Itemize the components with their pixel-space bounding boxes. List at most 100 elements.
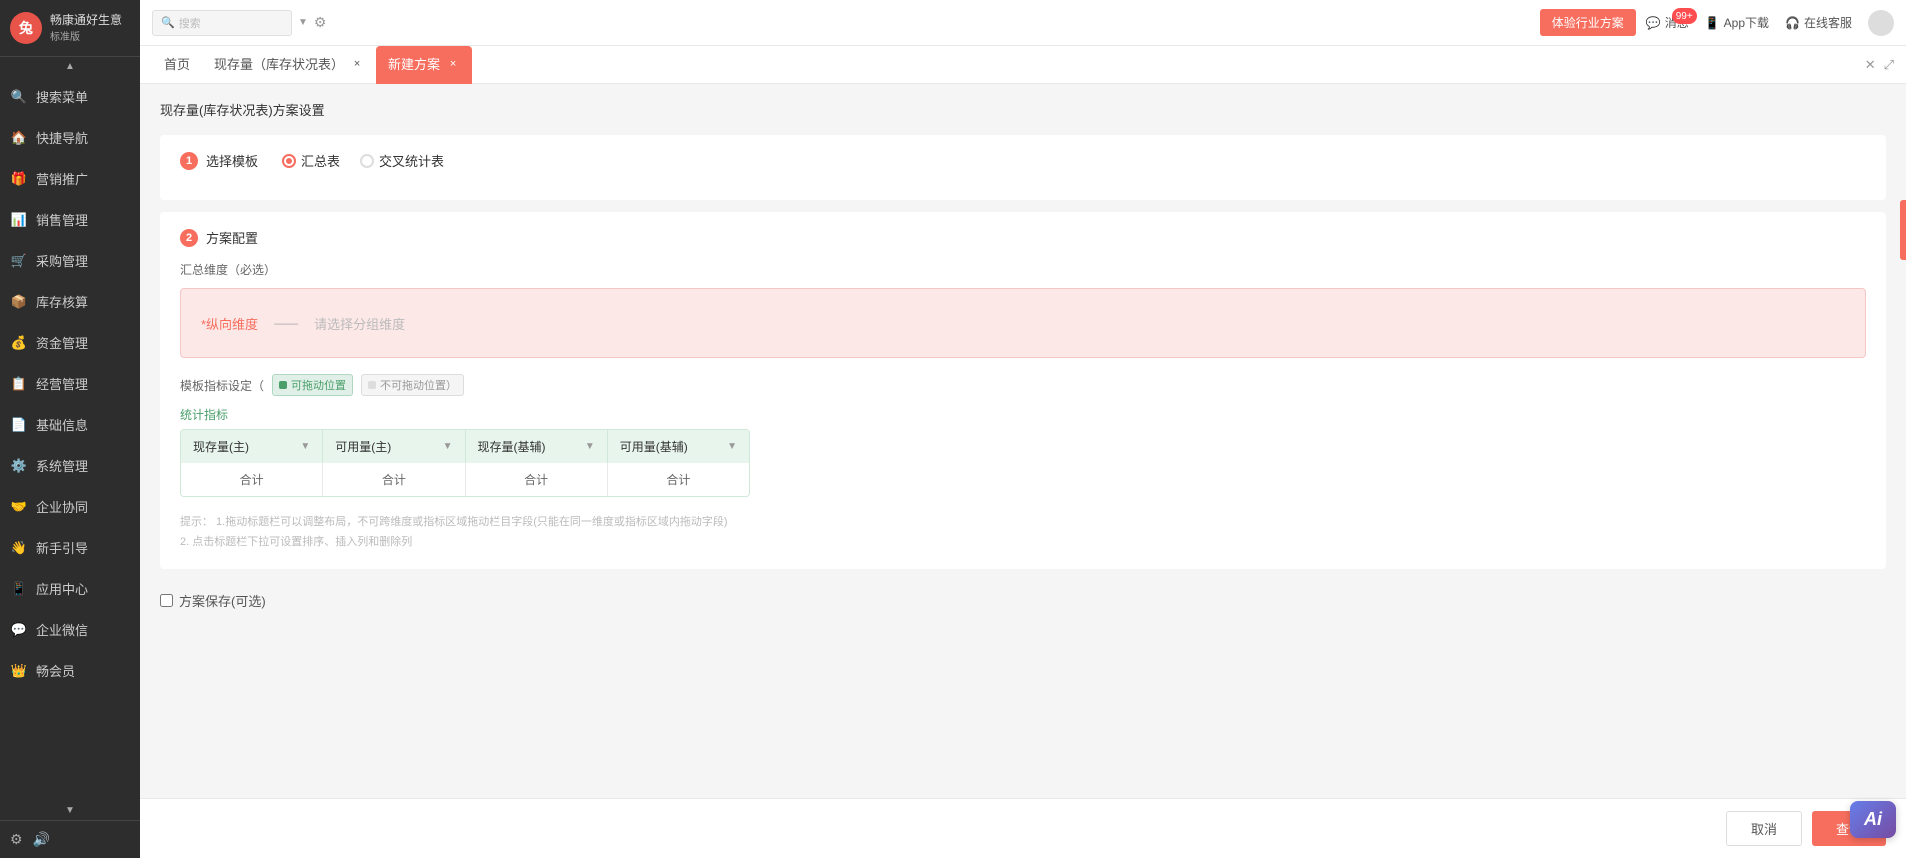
sidebar-item-quicknav[interactable]: 🏠 快捷导航	[0, 117, 140, 158]
dim-placeholder: 请选择分组维度	[314, 314, 405, 333]
ai-badge[interactable]: Ai	[1850, 801, 1896, 838]
radio-crosstab[interactable]: 交叉统计表	[360, 151, 444, 170]
tab-new-plan[interactable]: 新建方案 ×	[376, 46, 472, 84]
tabs-bar: 首页 现存量（库存状况表） × 新建方案 × ✕ ⤢	[140, 46, 1906, 84]
tab-inventory-label: 现存量（库存状况表）	[214, 54, 344, 73]
handshake-icon: 🤝	[10, 498, 28, 516]
stats-title: 统计指标	[180, 406, 1866, 423]
marketing-label: 营销推广	[36, 169, 88, 188]
right-edge-handle[interactable]	[1900, 200, 1906, 260]
settings-icon[interactable]: ⚙	[314, 14, 327, 31]
online-service-item[interactable]: 🎧 在线客服	[1785, 14, 1852, 31]
gear-icon: ⚙️	[10, 457, 28, 475]
topbar-search-box[interactable]: 🔍 搜索	[152, 10, 292, 36]
sidebar-item-enterprise[interactable]: 🤝 企业协同	[0, 486, 140, 527]
sidebar-item-finance[interactable]: 💰 资金管理	[0, 322, 140, 363]
stats-col-2[interactable]: 可用量(主) ▼	[323, 430, 465, 463]
tab-inventory-close[interactable]: ×	[350, 57, 364, 71]
membership-label: 畅会员	[36, 661, 75, 680]
footer-settings-icon[interactable]: ⚙	[10, 831, 23, 848]
money-icon: 💰	[10, 334, 28, 352]
logo-text-area: 畅康通好生意 标准版	[50, 13, 122, 44]
sidebar-item-search[interactable]: 🔍 搜索菜单	[0, 76, 140, 117]
gift-icon: 🎁	[10, 170, 28, 188]
section2-title: 方案配置	[206, 228, 258, 247]
non-draggable-label: 不可拖动位置）	[380, 377, 457, 393]
scroll-up-arrow[interactable]: ▲	[0, 57, 140, 76]
tips-area: 提示： 1.拖动标题栏可以调整布局，不可跨维度或指标区域拖动栏目字段(只能在同一…	[180, 513, 1866, 553]
section-config: 2 方案配置 汇总维度（必选） *纵向维度 —— 请选择分组维度 模板指标设定（…	[160, 212, 1886, 569]
chevron-down-icon-3: ▼	[585, 441, 595, 452]
purchase-label: 采购管理	[36, 251, 88, 270]
tip-1: 提示： 1.拖动标题栏可以调整布局，不可跨维度或指标区域拖动栏目字段(只能在同一…	[180, 513, 1866, 533]
tab-new-plan-close[interactable]: ×	[446, 57, 460, 71]
dimension-area[interactable]: *纵向维度 —— 请选择分组维度	[180, 288, 1866, 358]
search-icon: 🔍	[161, 16, 175, 29]
appcenter-label: 应用中心	[36, 579, 88, 598]
radio-summary[interactable]: 汇总表	[282, 151, 340, 170]
newguide-label: 新手引导	[36, 538, 88, 557]
search-icon: 🔍	[10, 88, 28, 106]
main-area: 🔍 搜索 ▼ ⚙ 体验行业方案 💬 消息 99+ 📱 App下载 🎧 在线客服	[140, 0, 1906, 858]
stats-col-4-label: 可用量(基辅)	[620, 438, 688, 455]
section1-title: 选择模板	[206, 151, 258, 170]
sidebar-item-basic[interactable]: 📄 基础信息	[0, 404, 140, 445]
chat-icon: 💬	[10, 621, 28, 639]
app-download-label: App下载	[1724, 14, 1769, 31]
chevron-down-icon[interactable]: ▼	[298, 17, 308, 28]
footer-sound-icon[interactable]: 🔊	[33, 831, 50, 848]
sidebar-item-appcenter[interactable]: 📱 应用中心	[0, 568, 140, 609]
stats-col-3-label: 现存量(基辅)	[478, 438, 546, 455]
sidebar-item-purchase[interactable]: 🛒 采购管理	[0, 240, 140, 281]
user-avatar[interactable]	[1868, 10, 1894, 36]
inventory-label: 库存核算	[36, 292, 88, 311]
chevron-down-icon-4: ▼	[727, 441, 737, 452]
stats-col-4[interactable]: 可用量(基辅) ▼	[608, 430, 749, 463]
stats-cell-4: 合计	[608, 463, 749, 496]
footer: 取消 查询	[140, 798, 1906, 858]
sidebar-item-system[interactable]: ⚙️ 系统管理	[0, 445, 140, 486]
sidebar-item-sales[interactable]: 📊 销售管理	[0, 199, 140, 240]
tab-home[interactable]: 首页	[152, 46, 202, 84]
trial-button[interactable]: 体验行业方案	[1540, 9, 1636, 36]
home-icon: 🏠	[10, 129, 28, 147]
sidebar-item-newguide[interactable]: 👋 新手引导	[0, 527, 140, 568]
tab-expand-icon[interactable]: ⤢	[1884, 57, 1894, 73]
messages-badge: 99+	[1672, 8, 1697, 24]
sales-label: 销售管理	[36, 210, 88, 229]
enterprise-label: 企业协同	[36, 497, 88, 516]
app-download-item[interactable]: 📱 App下载	[1705, 14, 1769, 31]
stats-col-1[interactable]: 现存量(主) ▼	[181, 430, 323, 463]
sidebar-item-wechat[interactable]: 💬 企业微信	[0, 609, 140, 650]
dimension-label: 汇总维度（必选）	[180, 261, 1866, 278]
dim-separator: ——	[274, 316, 298, 330]
tab-inventory-status[interactable]: 现存量（库存状况表） ×	[202, 46, 376, 84]
tab-close-all-icon[interactable]: ✕	[1865, 57, 1876, 73]
tab-new-plan-label: 新建方案	[388, 54, 440, 73]
stats-cell-2: 合计	[323, 463, 465, 496]
cancel-button[interactable]: 取消	[1726, 811, 1802, 846]
stats-col-3[interactable]: 现存量(基辅) ▼	[466, 430, 608, 463]
topbar-search-area: 🔍 搜索 ▼ ⚙	[152, 10, 1530, 36]
draggable-dot	[279, 381, 287, 389]
sidebar-item-operations[interactable]: 📋 经营管理	[0, 363, 140, 404]
indicator-prefix: 模板指标设定（	[180, 377, 264, 394]
tabs-right-controls: ✕ ⤢	[1865, 57, 1894, 73]
content-area: 现存量(库存状况表)方案设置 1 选择模板 汇总表 交叉统计表	[140, 84, 1906, 798]
scroll-down-arrow[interactable]: ▼	[0, 801, 140, 820]
download-icon: 📱	[1705, 16, 1720, 30]
non-draggable-badge: 不可拖动位置）	[361, 374, 464, 396]
logo-name: 畅康通好生意	[50, 13, 122, 29]
sidebar-item-marketing[interactable]: 🎁 营销推广	[0, 158, 140, 199]
chevron-down-icon-2: ▼	[443, 441, 453, 452]
headset-icon: 🎧	[1785, 16, 1800, 30]
non-draggable-dot	[368, 381, 376, 389]
cart-icon: 🛒	[10, 252, 28, 270]
messages-item[interactable]: 💬 消息 99+	[1646, 14, 1689, 31]
section-template: 1 选择模板 汇总表 交叉统计表	[160, 135, 1886, 200]
sidebar-item-inventory[interactable]: 📦 库存核算	[0, 281, 140, 322]
sidebar: 兔 畅康通好生意 标准版 ▲ 🔍 搜索菜单 🏠 快捷导航 🎁 营销推广 📊 销售…	[0, 0, 140, 858]
sidebar-item-membership[interactable]: 👑 畅会员	[0, 650, 140, 691]
save-checkbox[interactable]	[160, 594, 173, 607]
quicknav-label: 快捷导航	[36, 128, 88, 147]
